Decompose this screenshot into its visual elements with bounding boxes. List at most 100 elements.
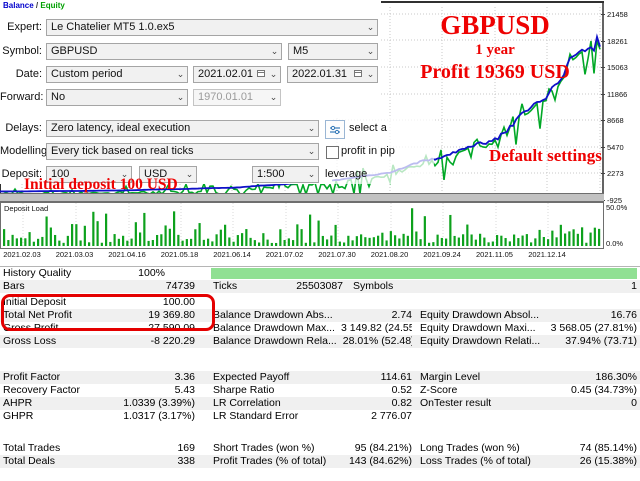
profit-in-pip-checkbox[interactable] [326,146,339,159]
table-cell: Profit Factor 3.36 [3,371,195,384]
annotation-profit: Profit 19369 USD [420,61,570,83]
symbol-select[interactable]: GBPUSD ⌄ [46,43,282,60]
date-axis-label: 2021.11.05 [476,250,513,259]
load-axis-bottom: 0.0% [606,239,624,248]
table-cell: Gross Loss -8 220.29 [3,335,195,348]
table-cell: Balance Drawdown Abs... 2.74 [213,309,412,322]
table-cell: LR Correlation 0.82 [213,397,412,410]
table-row: GHPR 1.0317 (3.17%) LR Standard Error 2 776… [0,410,640,423]
y-axis-label: 18261 [601,37,640,46]
chevron-down-icon: ⌄ [366,22,375,32]
stat-value: 95 (84.21%) [354,442,412,454]
table-cell: OnTester result 0 [420,397,637,410]
table-cell: Z-Score 0.45 (34.73%) [420,384,637,397]
chart-separator [0,193,604,202]
chevron-down-icon: ⌄ [270,46,279,56]
table-cell: Equity Drawdown Absol... 16.76 [420,309,637,322]
forward-select[interactable]: No ⌄ [46,89,188,106]
table-row: Gross Loss -8 220.29 Balance Drawdown Rela… [0,335,640,348]
date-axis-label: 2021.04.16 [108,250,146,259]
stat-value: -8 220.29 [150,335,195,347]
calendar-icon [354,67,362,82]
stat-value: 26 (15.38%) [579,455,637,467]
table-cell: Profit Trades (% of total) 143 (84.62%) [213,455,412,468]
delays-label: Delays: [5,122,42,134]
chevron-down-icon: ⌄ [366,46,375,56]
chevron-down-icon: ⌄ [307,146,316,156]
profit-in-pip-label: profit in pip [341,145,395,157]
stat-value: 5.43 [174,384,195,396]
chevron-down-icon: ⌄ [176,69,185,79]
select-a-label: select a [349,122,387,134]
stat-value: 28.01% (52.48) [342,335,412,347]
table-row: Total Trades 169 Short Trades (won %) 95 (8… [0,442,640,455]
stat-label: LR Standard Error [213,410,299,422]
modelling-select[interactable]: Every tick based on real ticks ⌄ [46,143,319,160]
date-to-field[interactable]: 2022.01.31 ⌄ [287,66,378,83]
stat-value: 0.45 (34.73%) [571,384,637,396]
stat-value: 74 (85.14%) [579,442,637,454]
stat-label: Balance Drawdown Max... [213,322,335,334]
table-cell: Sharpe Ratio 0.52 [213,384,412,397]
stat-label: GHPR [3,410,34,422]
stat-value: 143 (84.62%) [348,455,412,467]
stat-value: 0.82 [391,397,412,409]
annotation-symbol: GBPUSD [440,10,550,40]
table-cell: LR Standard Error 2 776.07 [213,410,412,423]
table-cell: Long Trades (won %) 74 (85.14%) [420,442,637,455]
table-cell: Symbols 1 [353,280,637,293]
chevron-down-icon: ⌄ [176,92,185,102]
table-row: Profit Factor 3.36 Expected Payoff 114.61 Ma… [0,371,640,384]
load-axis-top: 50.0% [606,203,628,212]
date-from-field[interactable]: 2021.02.01 ⌄ [193,66,281,83]
y-axis-label: 8668 [601,116,640,125]
date-axis-label: 2021.07.02 [265,250,304,259]
delay-settings-button[interactable] [325,120,345,139]
period-select[interactable]: M5 ⌄ [288,43,378,60]
deposit-load-chart [3,203,601,247]
stat-value: 2.74 [391,309,412,321]
annotation-initial-deposit: Initial deposit 100 USD [24,176,178,193]
stat-label: Sharpe Ratio [213,384,275,396]
legend-balance: Balance [3,1,34,10]
expert-select[interactable]: Le Chatelier MT5 1.0.ex5 ⌄ [46,19,378,36]
stat-label: Z-Score [420,384,458,396]
date-mode-select[interactable]: Custom period ⌄ [46,66,188,83]
table-cell: Total Trades 169 [3,442,195,455]
date-axis-label: 2021.05.18 [160,250,199,259]
leverage-label: leverage [325,168,368,180]
stat-label: Total Trades [3,442,61,454]
date-axis-label: 2021.07.30 [318,250,356,259]
stat-label: Recovery Factor [3,384,81,396]
stat-value: 169 [177,442,195,454]
stat-label: Bars [3,280,25,292]
table-row: Total Deals 338 Profit Trades (% of total)… [0,455,640,468]
history-quality-bar [211,268,637,279]
forward-label: Forward: [0,91,44,103]
delays-select[interactable]: Zero latency, ideal execution ⌄ [46,120,319,137]
legend-equity: Equity [40,1,65,10]
table-cell: Total Deals 338 [3,455,195,468]
chevron-down-icon: ⌄ [269,69,278,79]
deposit-load-label: Deposit Load [4,204,49,213]
y-axis-label: 5470 [601,143,640,152]
stat-label: Margin Level [420,371,481,383]
stat-label: LR Correlation [213,397,281,409]
annotation-default-settings: Default settings [489,146,602,165]
table-row: Bars 74739 Ticks 25503087 Symbols 1 [0,280,640,293]
chevron-down-icon: ⌄ [269,92,278,102]
stat-label: Expected Payoff [213,371,290,383]
table-cell: Equity Drawdown Relati... 37.94% (73.71) [420,335,637,348]
stat-value: 25503087 [296,280,343,292]
stat-label: Long Trades (won %) [420,442,520,454]
chart-legend: Balance / Equity [3,1,65,10]
table-cell: Short Trades (won %) 95 (84.21%) [213,442,412,455]
forward-date-field: 1970.01.01 ⌄ [193,89,281,106]
leverage-select[interactable]: 1:500 ⌄ [252,166,319,183]
stat-label: Balance Drawdown Abs... [213,309,333,321]
stat-value: 16.76 [610,309,637,321]
table-cell: Recovery Factor 5.43 [3,384,195,397]
table-cell: Equity Drawdown Maxi... 3 568.05 (27.81%) [420,322,637,335]
date-axis-label: 2021.02.03 [3,250,41,259]
stat-label: Profit Factor [3,371,61,383]
